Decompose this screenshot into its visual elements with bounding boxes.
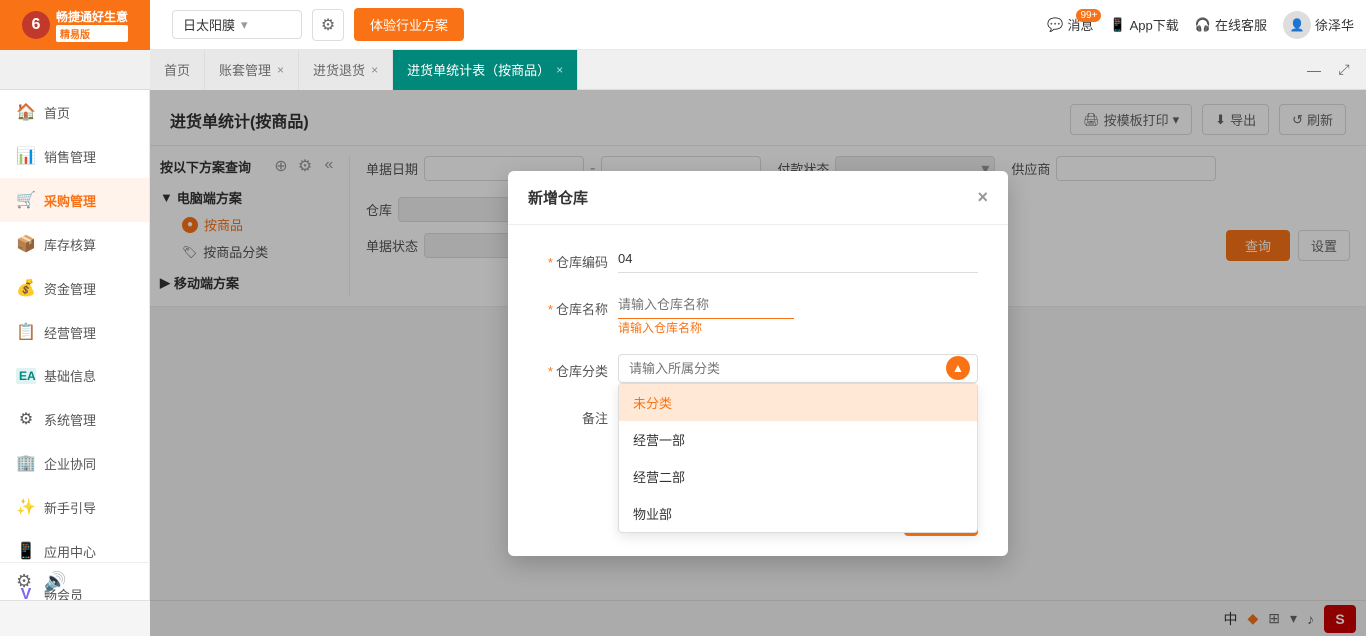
headset-icon: 🎧: [1195, 17, 1211, 33]
dialog-body: 仓库编码 仓库名称 请输入仓库名称: [508, 225, 1008, 489]
code-label: 仓库编码: [538, 245, 618, 271]
top-right: 💬 消息 99+ 📱 App下载 🎧 在线客服 👤 徐泽华: [1047, 11, 1354, 39]
username-label: 徐泽华: [1315, 15, 1354, 34]
operations-icon: 📋: [16, 322, 36, 342]
system-icon: ⚙: [16, 409, 36, 429]
gear-button[interactable]: ⚙: [312, 9, 344, 41]
app-center-icon: 📱: [16, 541, 36, 561]
service-button[interactable]: 🎧 在线客服: [1195, 15, 1267, 34]
message-icon: 💬: [1047, 17, 1063, 33]
sidebar-item-purchase[interactable]: 🛒 采购管理: [0, 178, 149, 222]
tab-home[interactable]: 首页: [150, 50, 205, 90]
tab-minimize-button[interactable]: —: [1302, 58, 1326, 82]
sidebar-bottom: ⚙ 🔊: [0, 562, 150, 600]
user-menu[interactable]: 👤 徐泽华: [1283, 11, 1354, 39]
tab-close-return[interactable]: ×: [371, 63, 378, 77]
sidebar-item-guide[interactable]: ✨ 新手引导: [0, 485, 149, 529]
basic-info-icon: EA: [16, 368, 36, 384]
dropdown-item-uncategorized[interactable]: 未分类: [619, 384, 977, 421]
guide-icon: ✨: [16, 497, 36, 517]
category-field-row: 仓库分类 ▲ 未分类 经营一部 经营二部 物业部: [538, 354, 978, 383]
chevron-down-icon: ▾: [241, 17, 248, 33]
sidebar-item-operations[interactable]: 📋 经营管理: [0, 310, 149, 354]
name-error-message: 请输入仓库名称: [618, 319, 702, 336]
name-label: 仓库名称: [538, 292, 618, 318]
note-label: 备注: [538, 401, 618, 427]
name-field-row: 仓库名称 请输入仓库名称: [538, 291, 978, 336]
store-name: 日太阳膜: [183, 15, 235, 34]
sidebar-item-home[interactable]: 🏠 首页: [0, 90, 149, 134]
category-label: 仓库分类: [538, 354, 618, 380]
sidebar-sound-icon[interactable]: 🔊: [44, 571, 66, 592]
tab-bar: 首页 账套管理 × 进货退货 × 进货单统计表（按商品） × — ⤢: [0, 50, 1366, 90]
code-field-row: 仓库编码: [538, 245, 978, 273]
tab-actions: — ⤢: [1302, 58, 1366, 82]
code-input[interactable]: [618, 245, 978, 273]
dropdown-item-dept2[interactable]: 经营二部: [619, 458, 977, 495]
tab-close-account[interactable]: ×: [277, 63, 284, 77]
message-button[interactable]: 💬 消息 99+: [1047, 15, 1093, 34]
inventory-icon: 📦: [16, 234, 36, 254]
dialog-close-button[interactable]: ×: [977, 188, 988, 206]
new-warehouse-dialog: 新增仓库 × 仓库编码 仓库名称: [508, 171, 1008, 556]
top-bar: 6 畅捷通好生意 精易版 日太阳膜 ▾ ⚙ 体验行业方案 💬 消息 99+ 📱 …: [0, 0, 1366, 50]
phone-icon: 📱: [1109, 17, 1125, 33]
sidebar-item-finance[interactable]: 💰 资金管理: [0, 266, 149, 310]
tab-close-purchase-stats[interactable]: ×: [556, 63, 563, 77]
name-input[interactable]: [618, 291, 794, 319]
logo-area: 6 畅捷通好生意 精易版: [0, 0, 150, 50]
category-input[interactable]: [618, 354, 978, 383]
sidebar-settings-icon[interactable]: ⚙: [16, 571, 32, 592]
home-icon: 🏠: [16, 102, 36, 122]
dialog-overlay: 新增仓库 × 仓库编码 仓库名称: [150, 90, 1366, 636]
app-download-button[interactable]: 📱 App下载: [1109, 15, 1178, 34]
content-area: 进货单统计(按商品) 🖨 按模板打印 ▾ ⬇ 导出 ↺ 刷新: [150, 90, 1366, 636]
sidebar-item-system[interactable]: ⚙ 系统管理: [0, 397, 149, 441]
avatar: 👤: [1283, 11, 1311, 39]
dialog-title: 新增仓库: [528, 187, 588, 208]
store-selector[interactable]: 日太阳膜 ▾: [172, 10, 302, 39]
logo-icon: 6: [22, 11, 50, 39]
logo-text: 畅捷通好生意 精易版: [56, 8, 128, 42]
trial-button[interactable]: 体验行业方案: [354, 8, 464, 41]
sidebar-item-enterprise[interactable]: 🏢 企业协同: [0, 441, 149, 485]
purchase-icon: 🛒: [16, 190, 36, 210]
dialog-header: 新增仓库 ×: [508, 171, 1008, 225]
sidebar-item-sales[interactable]: 📊 销售管理: [0, 134, 149, 178]
message-badge: 99+: [1076, 9, 1101, 22]
category-dropdown: 未分类 经营一部 经营二部 物业部: [618, 383, 978, 533]
sidebar: 🏠 首页 📊 销售管理 🛒 采购管理 📦 库存核算 💰 资金管理 📋 经: [0, 90, 150, 636]
dropdown-item-dept3[interactable]: 物业部: [619, 495, 977, 532]
dropdown-item-dept1[interactable]: 经营一部: [619, 421, 977, 458]
sidebar-item-inventory[interactable]: 📦 库存核算: [0, 222, 149, 266]
tab-account[interactable]: 账套管理 ×: [205, 50, 299, 90]
tab-purchase-stats[interactable]: 进货单统计表（按商品） ×: [393, 50, 578, 90]
finance-icon: 💰: [16, 278, 36, 298]
sales-icon: 📊: [16, 146, 36, 166]
category-select-wrapper: ▲ 未分类 经营一部 经营二部 物业部: [618, 354, 978, 383]
tab-return[interactable]: 进货退货 ×: [299, 50, 393, 90]
tab-expand-button[interactable]: ⤢: [1332, 58, 1356, 82]
sidebar-item-basic-info[interactable]: EA 基础信息: [0, 354, 149, 397]
enterprise-icon: 🏢: [16, 453, 36, 473]
category-toggle-button[interactable]: ▲: [946, 356, 970, 380]
